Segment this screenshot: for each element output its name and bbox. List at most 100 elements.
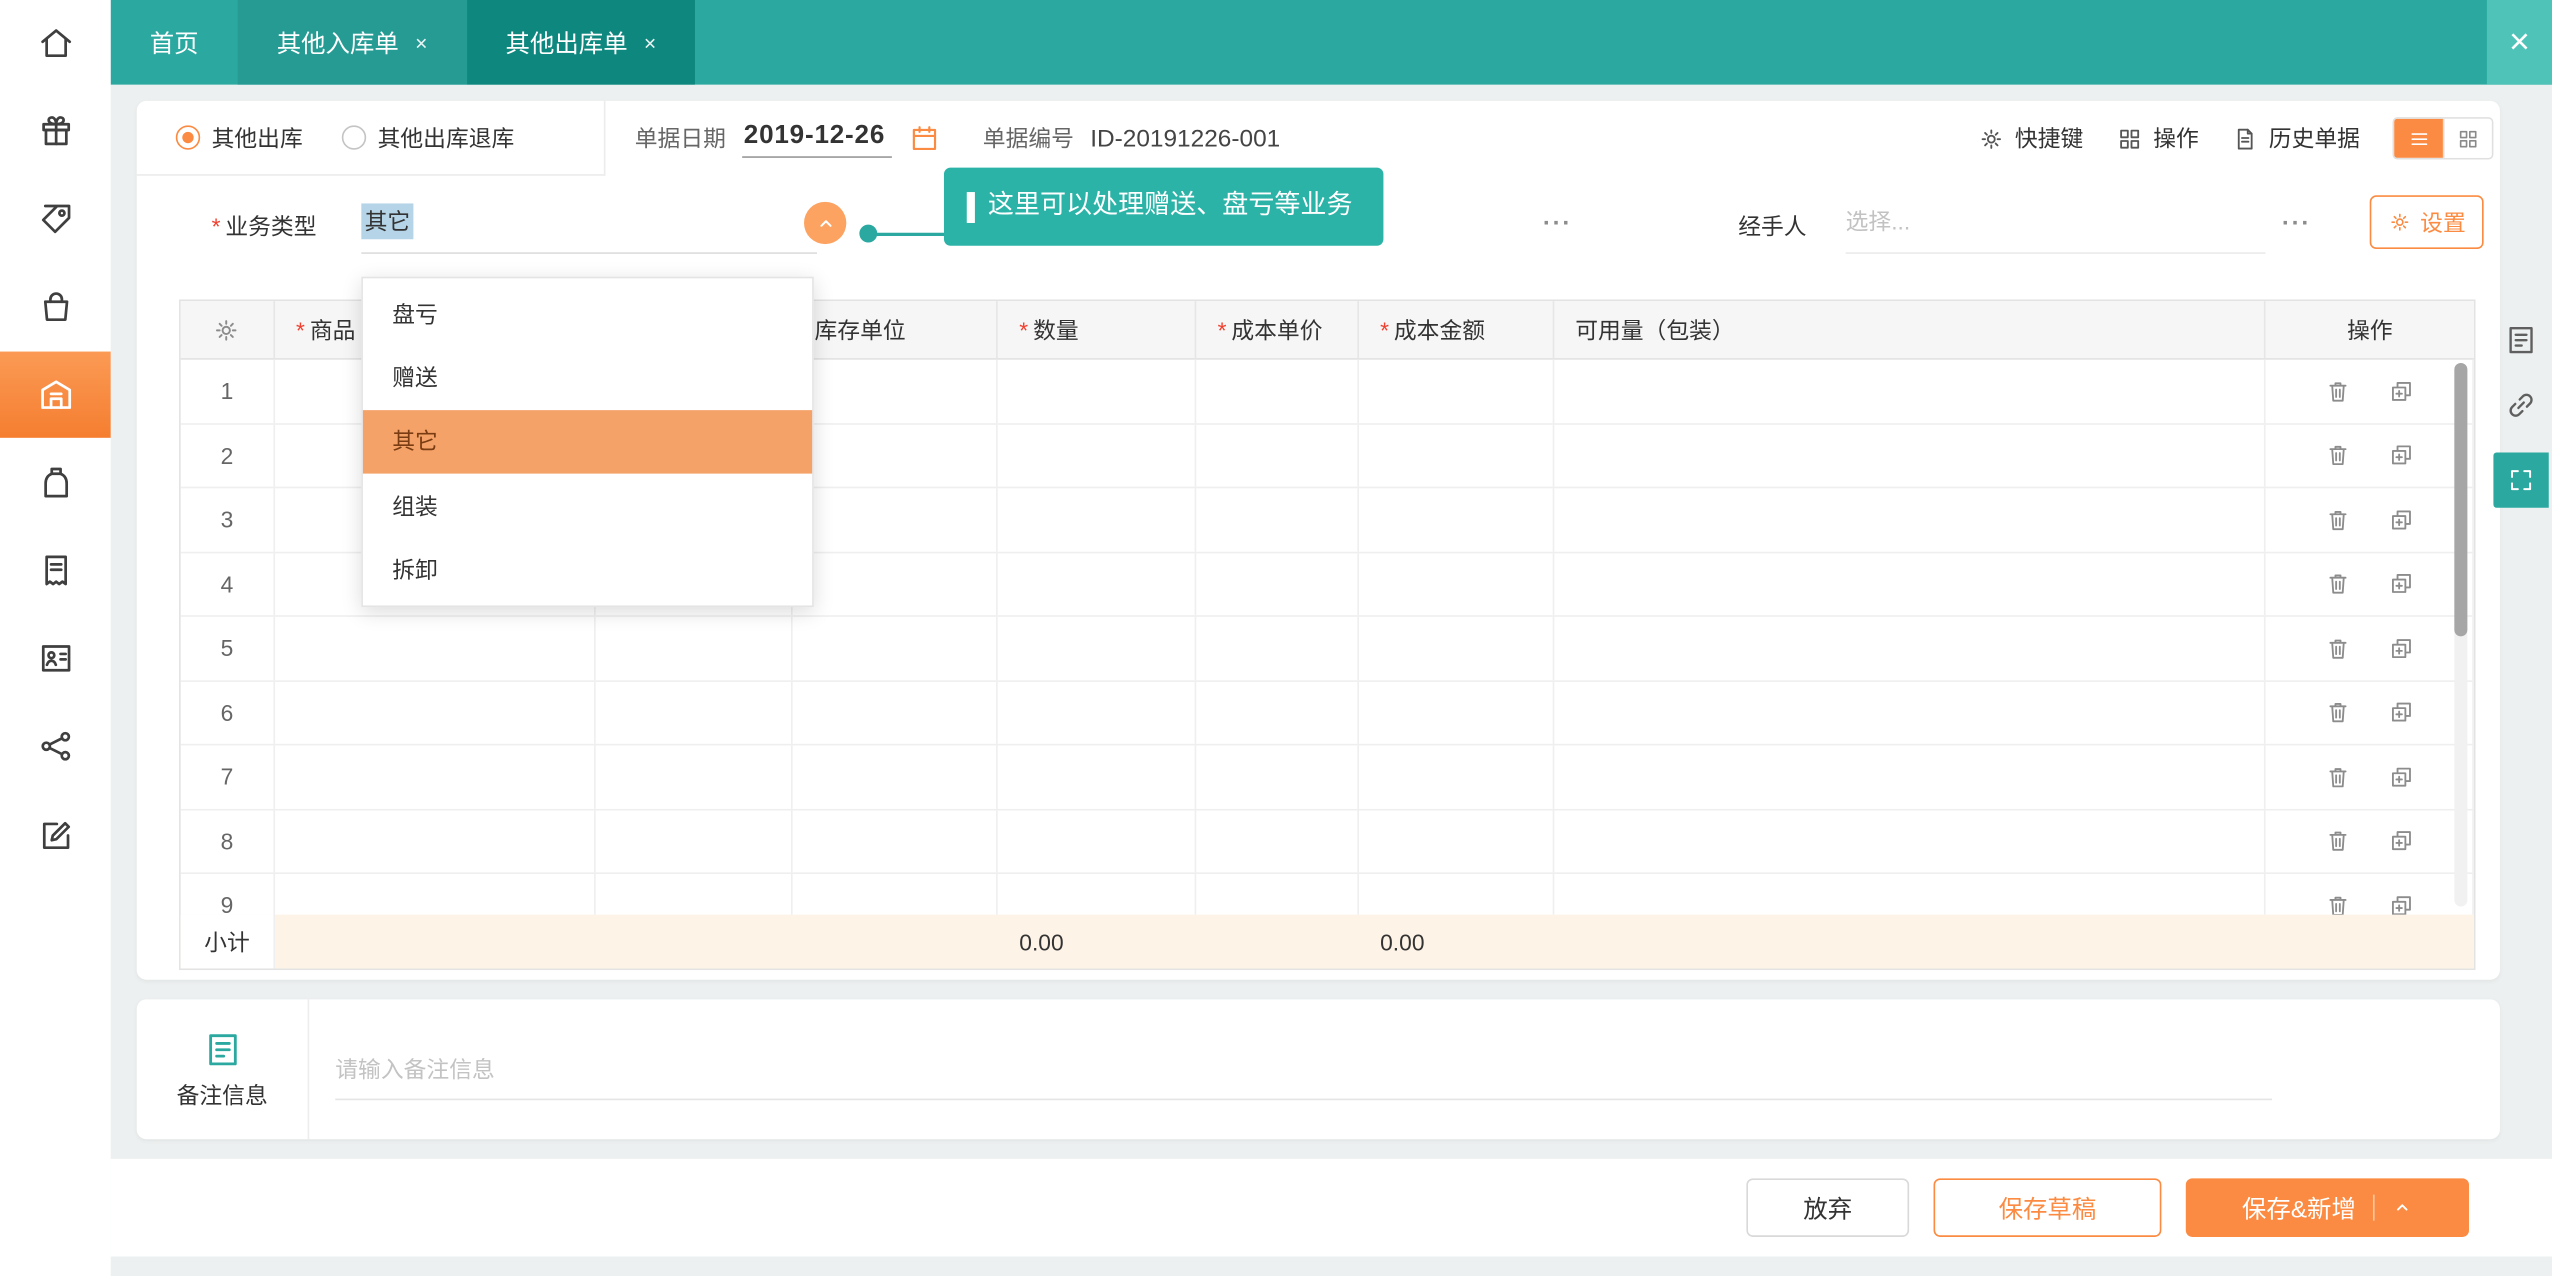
table-cell[interactable] (1359, 616, 1555, 680)
expand-button[interactable] (2493, 452, 2549, 508)
dropdown-option-inventory-loss[interactable]: 盘亏 (363, 282, 812, 346)
tab-close-icon[interactable]: × (644, 30, 656, 54)
dropdown-option-gift[interactable]: 赠送 (363, 346, 812, 410)
sidebar-item-contacts[interactable] (0, 615, 111, 701)
table-cell[interactable] (595, 745, 794, 809)
sidebar-item-warehouse[interactable] (0, 351, 111, 438)
sidebar-item-notes[interactable] (0, 791, 111, 877)
table-cell[interactable] (998, 423, 1197, 487)
table-cell[interactable] (998, 488, 1197, 551)
table-cell[interactable] (793, 423, 999, 487)
operations-button[interactable]: 操作 (2116, 122, 2199, 155)
more-fields-ellipsis[interactable]: ··· (2282, 210, 2311, 238)
table-cell[interactable] (793, 809, 999, 873)
table-cell[interactable] (1359, 809, 1555, 873)
delete-row-icon[interactable] (2323, 634, 2351, 662)
dropdown-option-assemble[interactable]: 组装 (363, 474, 812, 538)
tab-home[interactable]: 首页 (111, 0, 238, 85)
table-cell[interactable] (1359, 488, 1555, 551)
delete-row-icon[interactable] (2323, 699, 2351, 727)
table-cell[interactable] (275, 616, 596, 680)
radio-other-outbound[interactable]: 其他出库 (175, 121, 303, 154)
table-cell[interactable] (595, 681, 794, 744)
table-scrollbar[interactable] (2454, 362, 2468, 907)
copy-row-icon[interactable] (2387, 570, 2415, 598)
table-cell[interactable] (793, 552, 999, 616)
window-close-button[interactable]: × (2486, 0, 2552, 85)
radio-other-outbound-return[interactable]: 其他出库退库 (341, 121, 514, 154)
calendar-icon[interactable] (908, 122, 941, 155)
table-cell[interactable] (1196, 423, 1359, 487)
table-cell[interactable] (793, 359, 999, 423)
date-value[interactable]: 2019-12-26 (742, 120, 892, 158)
table-cell[interactable] (998, 873, 1197, 915)
table-cell[interactable] (1196, 681, 1359, 744)
link-icon[interactable] (2503, 387, 2539, 423)
cancel-button[interactable]: 放弃 (1746, 1178, 1910, 1237)
list-view-toggle[interactable] (2394, 118, 2443, 158)
table-cell[interactable] (1359, 359, 1555, 423)
table-cell[interactable] (595, 873, 794, 915)
table-cell[interactable] (1359, 552, 1555, 616)
sidebar-item-gift[interactable] (0, 88, 111, 174)
tab-other-inbound[interactable]: 其他入库单 × (237, 0, 467, 85)
table-cell[interactable] (1359, 681, 1555, 744)
table-cell[interactable] (275, 745, 596, 809)
delete-row-icon[interactable] (2323, 377, 2351, 405)
save-and-new-button[interactable]: 保存&新增 (2185, 1178, 2469, 1237)
sidebar-item-jar[interactable] (0, 439, 111, 525)
copy-row-icon[interactable] (2387, 634, 2415, 662)
table-cell[interactable] (998, 552, 1197, 616)
tab-close-icon[interactable]: × (415, 30, 427, 54)
table-cell[interactable] (1359, 873, 1555, 915)
table-cell[interactable] (1196, 873, 1359, 915)
more-fields-ellipsis[interactable]: ··· (1543, 210, 1572, 238)
tab-other-outbound[interactable]: 其他出库单 × (466, 0, 696, 85)
business-type-input[interactable]: 其它 (361, 189, 818, 254)
copy-row-icon[interactable] (2387, 506, 2415, 534)
handler-select[interactable]: 选择... (1845, 189, 2266, 254)
table-cell[interactable] (595, 616, 794, 680)
table-cell[interactable] (1359, 745, 1555, 809)
settings-button[interactable]: 设置 (2369, 195, 2484, 250)
table-cell[interactable] (998, 681, 1197, 744)
copy-row-icon[interactable] (2387, 763, 2415, 791)
table-cell[interactable] (275, 681, 596, 744)
table-cell[interactable] (275, 809, 596, 873)
save-draft-button[interactable]: 保存草稿 (1933, 1178, 2162, 1237)
sidebar-item-home[interactable] (0, 0, 111, 86)
table-cell[interactable] (275, 873, 596, 915)
table-cell[interactable] (793, 488, 999, 551)
sidebar-item-pricing[interactable] (0, 176, 111, 262)
scrollbar-thumb[interactable] (2454, 362, 2468, 637)
column-settings-button[interactable] (181, 301, 275, 359)
history-documents-button[interactable]: 历史单据 (2231, 122, 2360, 155)
table-cell[interactable] (1196, 552, 1359, 616)
delete-row-icon[interactable] (2323, 763, 2351, 791)
table-cell[interactable] (595, 809, 794, 873)
dropdown-option-other[interactable]: 其它 (362, 409, 813, 474)
delete-row-icon[interactable] (2323, 570, 2351, 598)
table-cell[interactable] (793, 616, 999, 680)
delete-row-icon[interactable] (2323, 827, 2351, 855)
table-cell[interactable] (998, 745, 1197, 809)
business-type-collapse-button[interactable] (804, 201, 847, 245)
sidebar-item-share[interactable] (0, 703, 111, 789)
sidebar-item-purchase[interactable] (0, 264, 111, 350)
table-cell[interactable] (998, 809, 1197, 873)
table-cell[interactable] (793, 873, 999, 915)
copy-row-icon[interactable] (2387, 827, 2415, 855)
table-cell[interactable] (1196, 488, 1359, 551)
form-panel-icon[interactable] (2503, 322, 2539, 358)
table-cell[interactable] (793, 681, 999, 744)
copy-row-icon[interactable] (2387, 891, 2415, 914)
dropdown-option-disassemble[interactable]: 拆卸 (363, 538, 812, 602)
grid-view-toggle[interactable] (2442, 118, 2492, 158)
table-cell[interactable] (1196, 359, 1359, 423)
shortcuts-button[interactable]: 快捷键 (1977, 122, 2083, 155)
table-cell[interactable] (793, 745, 999, 809)
table-cell[interactable] (1196, 809, 1359, 873)
delete-row-icon[interactable] (2323, 506, 2351, 534)
remarks-input[interactable] (335, 1038, 2273, 1101)
copy-row-icon[interactable] (2387, 441, 2415, 469)
